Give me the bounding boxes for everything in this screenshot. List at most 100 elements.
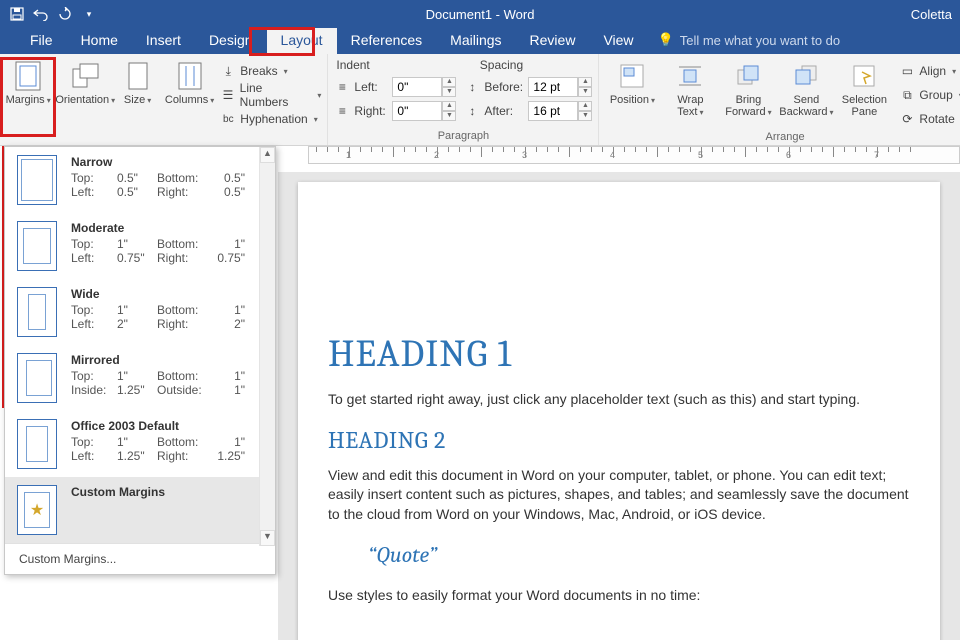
tab-review[interactable]: Review: [516, 28, 590, 54]
user-name[interactable]: Coletta: [911, 7, 952, 22]
spacing-before-label: Before:: [484, 80, 524, 94]
hyphenation-label: Hyphenation: [240, 112, 307, 126]
indent-right-input[interactable]: [392, 101, 442, 121]
document-title: Document1 - Word: [426, 7, 535, 22]
tab-view[interactable]: View: [589, 28, 647, 54]
margin-preset-mirrored[interactable]: MirroredTop:1"Bottom:1" Inside:1.25"Outs…: [5, 345, 275, 411]
indent-left-icon: ≡: [334, 79, 350, 95]
line-numbers-icon: ☰: [220, 87, 235, 103]
tell-me-search[interactable]: 💡 Tell me what you want to do: [658, 32, 841, 54]
spin-down[interactable]: ▼: [442, 87, 456, 97]
orientation-button[interactable]: Orientation▾: [58, 58, 112, 108]
spin-down[interactable]: ▼: [578, 111, 592, 121]
spin-up[interactable]: ▲: [442, 77, 456, 87]
body-paragraph-3[interactable]: Use styles to easily format your Word do…: [328, 586, 910, 606]
tab-layout[interactable]: Layout: [267, 28, 337, 54]
scroll-down-icon[interactable]: ▼: [260, 530, 275, 546]
page-setup-stack: ⤓Breaks▾ ☰Line Numbers▾ bcHyphenation▾: [220, 58, 321, 130]
quote-text[interactable]: “Quote”: [368, 542, 910, 568]
menu-scrollbar[interactable]: ▲▼: [259, 147, 275, 546]
tab-references[interactable]: References: [337, 28, 437, 54]
spin-up[interactable]: ▲: [578, 101, 592, 111]
margin-thumb-icon: [17, 221, 57, 271]
indent-left-input[interactable]: [392, 77, 442, 97]
margin-thumb-icon: [17, 419, 57, 469]
tab-insert[interactable]: Insert: [132, 28, 195, 54]
selection-pane-label: Selection Pane: [839, 94, 889, 118]
spacing-before-row: ↕Before:▲▼: [464, 76, 592, 98]
margin-thumb-icon: ★: [17, 485, 57, 535]
page[interactable]: HEADING 1 To get started right away, jus…: [298, 182, 940, 640]
spin-down[interactable]: ▼: [578, 87, 592, 97]
tell-me-label: Tell me what you want to do: [680, 33, 840, 48]
margin-preset-moderate[interactable]: ModerateTop:1"Bottom:1" Left:0.75"Right:…: [5, 213, 275, 279]
margin-preset-office-2003-default[interactable]: Office 2003 DefaultTop:1"Bottom:1" Left:…: [5, 411, 275, 477]
rotate-icon: ⟳: [899, 111, 915, 127]
margin-preset-wide[interactable]: WideTop:1"Bottom:1" Left:2"Right:2": [5, 279, 275, 345]
margin-preset-custom-margins[interactable]: ★ Custom Margins: [5, 477, 275, 543]
margin-info: ModerateTop:1"Bottom:1" Left:0.75"Right:…: [71, 221, 265, 271]
custom-margins-menu-item[interactable]: Custom Margins...: [5, 543, 275, 574]
columns-button[interactable]: Columns▾: [163, 58, 216, 108]
document-area: HEADING 1 To get started right away, jus…: [278, 172, 960, 640]
tab-file[interactable]: File: [16, 28, 67, 54]
bring-forward-icon: [732, 60, 764, 92]
body-paragraph-1[interactable]: To get started right away, just click an…: [328, 390, 910, 410]
spacing-after-row: ↕After:▲▼: [464, 100, 592, 122]
align-button[interactable]: ▭Align▾: [899, 60, 960, 82]
spin-up[interactable]: ▲: [442, 101, 456, 111]
breaks-button[interactable]: ⤓Breaks▾: [220, 60, 321, 82]
margin-info: Custom Margins: [71, 485, 265, 535]
columns-label: Columns: [165, 94, 208, 106]
spacing-after-input[interactable]: [528, 101, 578, 121]
line-numbers-button[interactable]: ☰Line Numbers▾: [220, 84, 321, 106]
breaks-label: Breaks: [240, 64, 277, 78]
selection-pane-button[interactable]: Selection Pane: [837, 58, 891, 120]
orientation-icon: [69, 60, 101, 92]
margin-info: MirroredTop:1"Bottom:1" Inside:1.25"Outs…: [71, 353, 265, 403]
heading-1[interactable]: HEADING 1: [328, 332, 910, 376]
position-button[interactable]: Position▾: [605, 58, 659, 108]
selection-pane-icon: [848, 60, 880, 92]
group-btn-label: Group: [919, 88, 952, 102]
margin-info: WideTop:1"Bottom:1" Left:2"Right:2": [71, 287, 265, 337]
tab-home[interactable]: Home: [67, 28, 132, 54]
spin-up[interactable]: ▲: [578, 77, 592, 87]
spin-down[interactable]: ▼: [442, 111, 456, 121]
send-backward-label: Send Backward: [779, 94, 827, 118]
heading-2[interactable]: HEADING 2: [328, 426, 910, 454]
indent-right-row: ≡Right:▲▼: [334, 100, 456, 122]
group-paragraph: Indent Spacing ≡Left:▲▼ ≡Right:▲▼ ↕Befor…: [328, 54, 599, 145]
hyphenation-button[interactable]: bcHyphenation▾: [220, 108, 321, 130]
undo-icon[interactable]: [32, 5, 50, 23]
body-paragraph-2[interactable]: View and edit this document in Word on y…: [328, 466, 910, 525]
bring-forward-label: Bring Forward: [725, 94, 765, 118]
group-icon: ⧉: [899, 87, 915, 103]
qat-customize-icon[interactable]: ▾: [80, 5, 98, 23]
send-backward-icon: [790, 60, 822, 92]
tab-design[interactable]: Design: [195, 28, 267, 54]
indent-left-row: ≡ Left: ▲▼: [334, 76, 456, 98]
position-label: Position: [610, 94, 649, 106]
group-button[interactable]: ⧉Group▾: [899, 84, 960, 106]
spacing-before-input[interactable]: [528, 77, 578, 97]
wrap-text-button[interactable]: Wrap Text▾: [663, 58, 717, 120]
margin-preset-narrow[interactable]: NarrowTop:0.5"Bottom:0.5" Left:0.5"Right…: [5, 147, 275, 213]
margins-button[interactable]: Margins▾: [2, 58, 54, 108]
send-backward-button[interactable]: Send Backward▾: [779, 58, 833, 120]
horizontal-ruler[interactable]: 1234567: [308, 146, 960, 164]
indent-left-label: Left:: [354, 80, 388, 94]
margin-info: NarrowTop:0.5"Bottom:0.5" Left:0.5"Right…: [71, 155, 265, 205]
indent-heading: Indent: [336, 58, 369, 72]
save-icon[interactable]: [8, 5, 26, 23]
tab-mailings[interactable]: Mailings: [436, 28, 515, 54]
rotate-button[interactable]: ⟳Rotate▾: [899, 108, 960, 130]
scroll-up-icon[interactable]: ▲: [260, 147, 275, 163]
orientation-label: Orientation: [55, 94, 109, 106]
rotate-label: Rotate: [919, 112, 954, 126]
margin-thumb-icon: [17, 353, 57, 403]
bring-forward-button[interactable]: Bring Forward▾: [721, 58, 775, 120]
size-button[interactable]: Size▾: [116, 58, 159, 108]
margins-icon: [12, 60, 44, 92]
redo-icon[interactable]: [56, 5, 74, 23]
